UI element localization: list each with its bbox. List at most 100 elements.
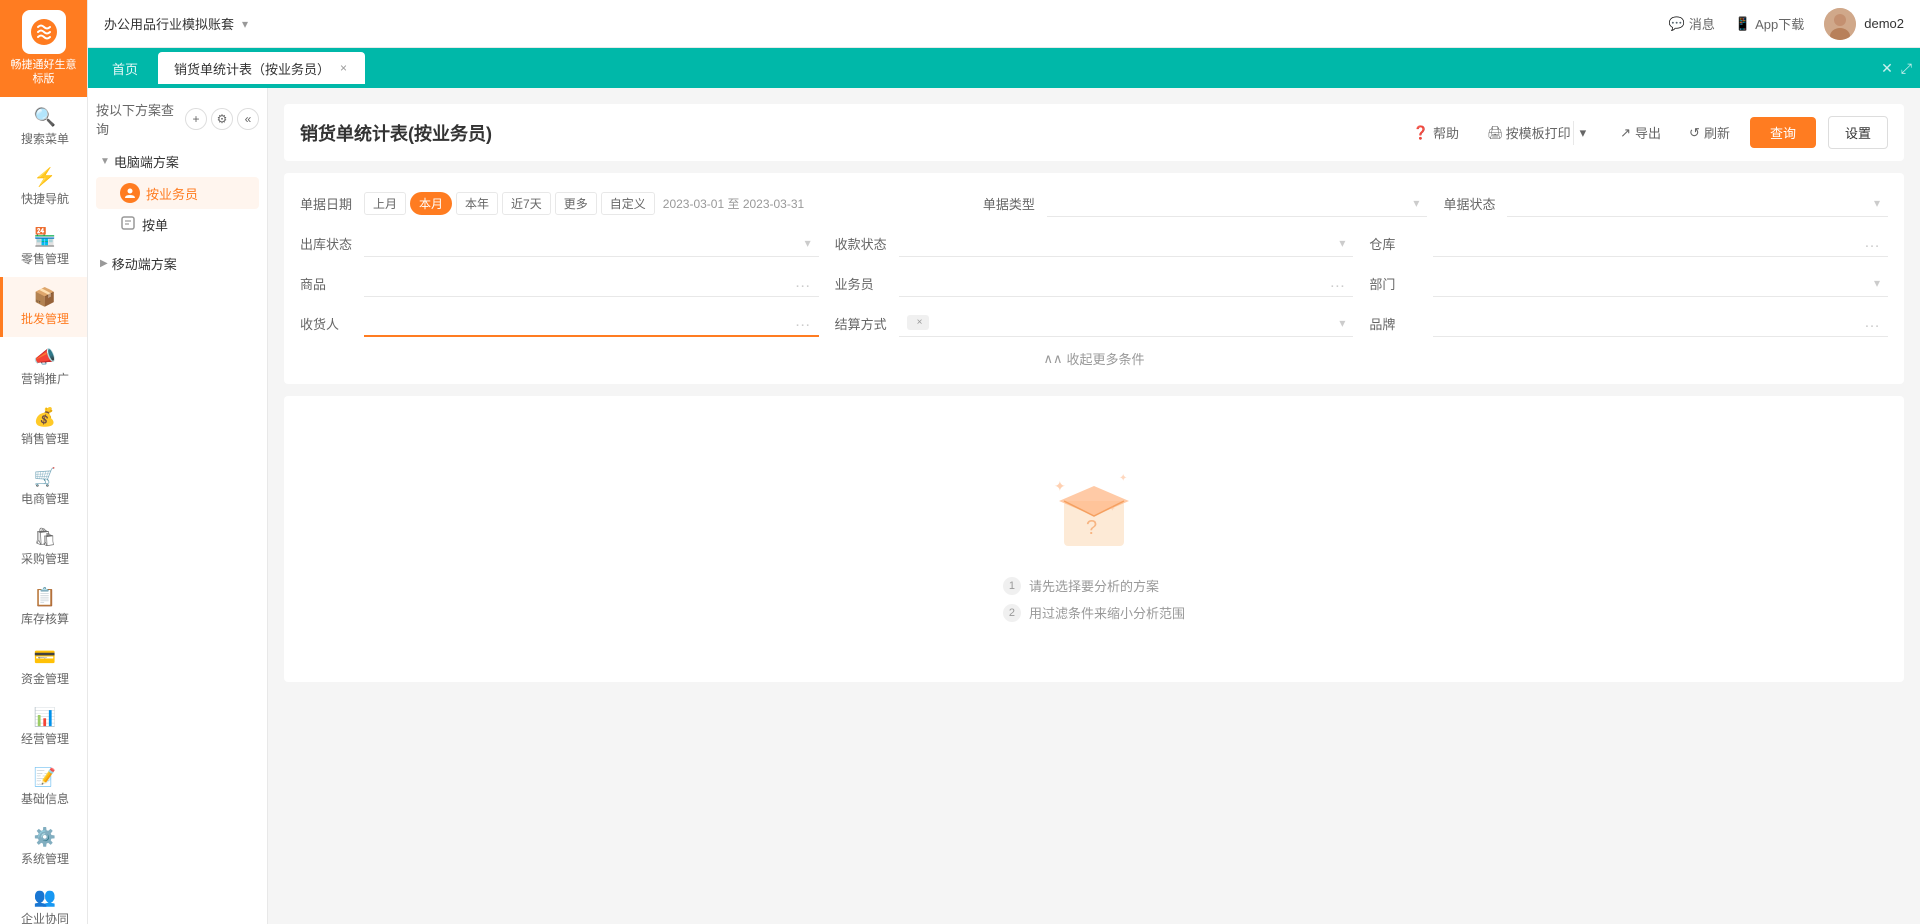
salesperson-dots: … [1329,274,1345,292]
warehouse-input[interactable]: … [1433,229,1888,257]
salesperson-input[interactable]: … [899,269,1354,297]
filter-item-brand: 品牌 … [1369,309,1888,337]
sidebar-item-label: 资金管理 [21,670,69,687]
help-button[interactable]: ❓ 帮助 [1405,119,1467,146]
collapse-button[interactable]: ∧∧ 收起更多条件 [300,349,1888,368]
sidebar-item-label: 营销推广 [21,370,69,387]
svg-text:?: ? [1086,517,1097,539]
print-button[interactable]: 🖨 按模板打印 ▾ [1479,117,1600,149]
current-year-btn[interactable]: 本年 [456,192,498,215]
purchase-icon: 🛍 [34,527,57,548]
avatar [1824,8,1856,40]
sidebar-item-enterprise[interactable]: 👥 企业协同 [0,877,87,924]
settings-scheme-button[interactable]: ⚙ [211,108,233,130]
tree-parent-desktop[interactable]: ▼ 电脑端方案 [96,146,259,177]
user-area[interactable]: demo2 [1824,8,1904,40]
sidebar-item-wholesale[interactable]: 📦 批发管理 [0,277,87,337]
refresh-button[interactable]: ↺ 刷新 [1681,119,1738,146]
receipt-status-label: 收款状态 [835,234,891,253]
filter-item-receipt-status: 收款状态 ▾ [835,229,1354,257]
print-dropdown-icon[interactable]: ▾ [1573,121,1593,145]
sidebar-item-operations[interactable]: 📊 经营管理 [0,697,87,757]
sidebar-item-purchase[interactable]: 🛍 采购管理 [0,517,87,577]
sidebar-item-sales[interactable]: 💰 销售管理 [0,397,87,457]
doc-status-input[interactable]: ▾ [1507,189,1888,217]
more-btn[interactable]: 更多 [555,192,597,215]
topbar-dropdown-icon[interactable]: ▾ [242,17,248,31]
sidebar-item-quick-nav[interactable]: ⚡ 快捷导航 [0,157,87,217]
department-input[interactable]: ▾ [1433,269,1888,297]
sidebar-item-inventory[interactable]: 📋 库存核算 [0,577,87,637]
message-button[interactable]: 💬 消息 [1669,14,1715,33]
logo-area[interactable]: 畅捷通好生意 标版 [0,0,87,97]
marketing-icon: 📣 [34,347,56,368]
receiver-input[interactable]: … [364,309,819,337]
main-area: 办公用品行业模拟账套 ▾ 💬 消息 📱 App下载 de [88,0,1920,924]
last-month-btn[interactable]: 上月 [364,192,406,215]
close-window-icon[interactable]: ✕ [1881,60,1893,77]
doc-type-input[interactable]: ▾ [1047,189,1428,217]
export-button[interactable]: ↗ 导出 [1612,119,1669,146]
empty-tip-2: 2 用过滤条件来缩小分析范围 [1003,603,1185,622]
logo-icon [22,10,66,54]
user-name: demo2 [1864,16,1904,31]
filter-item-payment-method: 结算方式 × ▾ [835,309,1354,337]
current-month-btn[interactable]: 本月 [410,192,452,215]
payment-tag-close[interactable]: × [917,317,923,328]
filter-item-warehouse: 仓库 … [1369,229,1888,257]
tree-child-salesperson[interactable]: 按业务员 [96,177,259,209]
sidebar-item-ecommerce[interactable]: 🛒 电商管理 [0,457,87,517]
sidebar-item-label: 批发管理 [21,310,69,327]
tree-expand-icon: ▼ [100,156,110,167]
collapse-panel-button[interactable]: « [237,108,259,130]
tip-1-text: 请先选择要分析的方案 [1029,576,1159,595]
sidebar-item-system[interactable]: ⚙️ 系统管理 [0,817,87,877]
out-status-input[interactable]: ▾ [364,229,819,257]
panel-actions: + ⚙ « [185,108,259,130]
sidebar-item-retail[interactable]: 🏪 零售管理 [0,217,87,277]
receipt-status-input[interactable]: ▾ [899,229,1354,257]
refresh-label: 刷新 [1704,123,1730,142]
doc-status-label: 单据状态 [1443,194,1499,213]
by-order-icon [120,215,136,234]
add-scheme-button[interactable]: + [185,108,207,130]
empty-tip-1: 1 请先选择要分析的方案 [1003,576,1185,595]
refresh-icon: ↺ [1689,125,1700,141]
maximize-icon[interactable]: ⤢ [1901,60,1912,77]
warehouse-label: 仓库 [1369,234,1425,253]
last-7-days-btn[interactable]: 近7天 [502,192,551,215]
settings-button[interactable]: 设置 [1828,116,1888,149]
sidebar-item-basic-info[interactable]: 📝 基础信息 [0,757,87,817]
brand-input[interactable]: … [1433,309,1888,337]
sidebar-item-finance[interactable]: 💳 资金管理 [0,637,87,697]
topbar-title: 办公用品行业模拟账套 [104,14,234,33]
collapse-section: ∧∧ 收起更多条件 [300,349,1888,368]
tree-parent-mobile[interactable]: ▶ 移动端方案 [96,248,259,279]
svg-text:✦: ✦ [1109,504,1116,513]
tab-close-icon[interactable]: × [338,59,349,77]
filter-row-4: 收货人 … 结算方式 × ▾ [300,309,1888,337]
goods-input[interactable]: … [364,269,819,297]
receiver-dots: … [795,313,811,331]
sidebar-item-search[interactable]: 🔍 搜索菜单 [0,97,87,157]
inventory-icon: 📋 [34,587,56,608]
tab-active[interactable]: 销货单统计表（按业务员） × [158,52,365,84]
tabbar-expand[interactable]: ✕ ⤢ [1881,60,1912,77]
custom-btn[interactable]: 自定义 [601,192,655,215]
app-download-button[interactable]: 📱 App下载 [1735,14,1804,33]
ecommerce-icon: 🛒 [34,467,56,488]
query-button[interactable]: 查询 [1750,117,1816,148]
tree-child-by-order[interactable]: 按单 [96,209,259,240]
payment-method-input[interactable]: × ▾ [899,309,1354,337]
receipt-status-chevron: ▾ [1339,236,1345,250]
collapse-label: 收起更多条件 [1067,349,1145,368]
tip-2-num: 2 [1003,604,1021,622]
sidebar-item-label: 库存核算 [21,610,69,627]
enterprise-icon: 👥 [34,887,56,908]
payment-tag[interactable]: × [907,315,929,330]
sidebar-item-marketing[interactable]: 📣 营销推广 [0,337,87,397]
department-label: 部门 [1369,274,1425,293]
tab-home[interactable]: 首页 [96,52,154,84]
sidebar-menu: 🔍 搜索菜单 ⚡ 快捷导航 🏪 零售管理 📦 批发管理 📣 营销推广 💰 销售管… [0,97,87,924]
date-buttons: 上月 本月 本年 近7天 更多 自定义 [364,192,655,215]
